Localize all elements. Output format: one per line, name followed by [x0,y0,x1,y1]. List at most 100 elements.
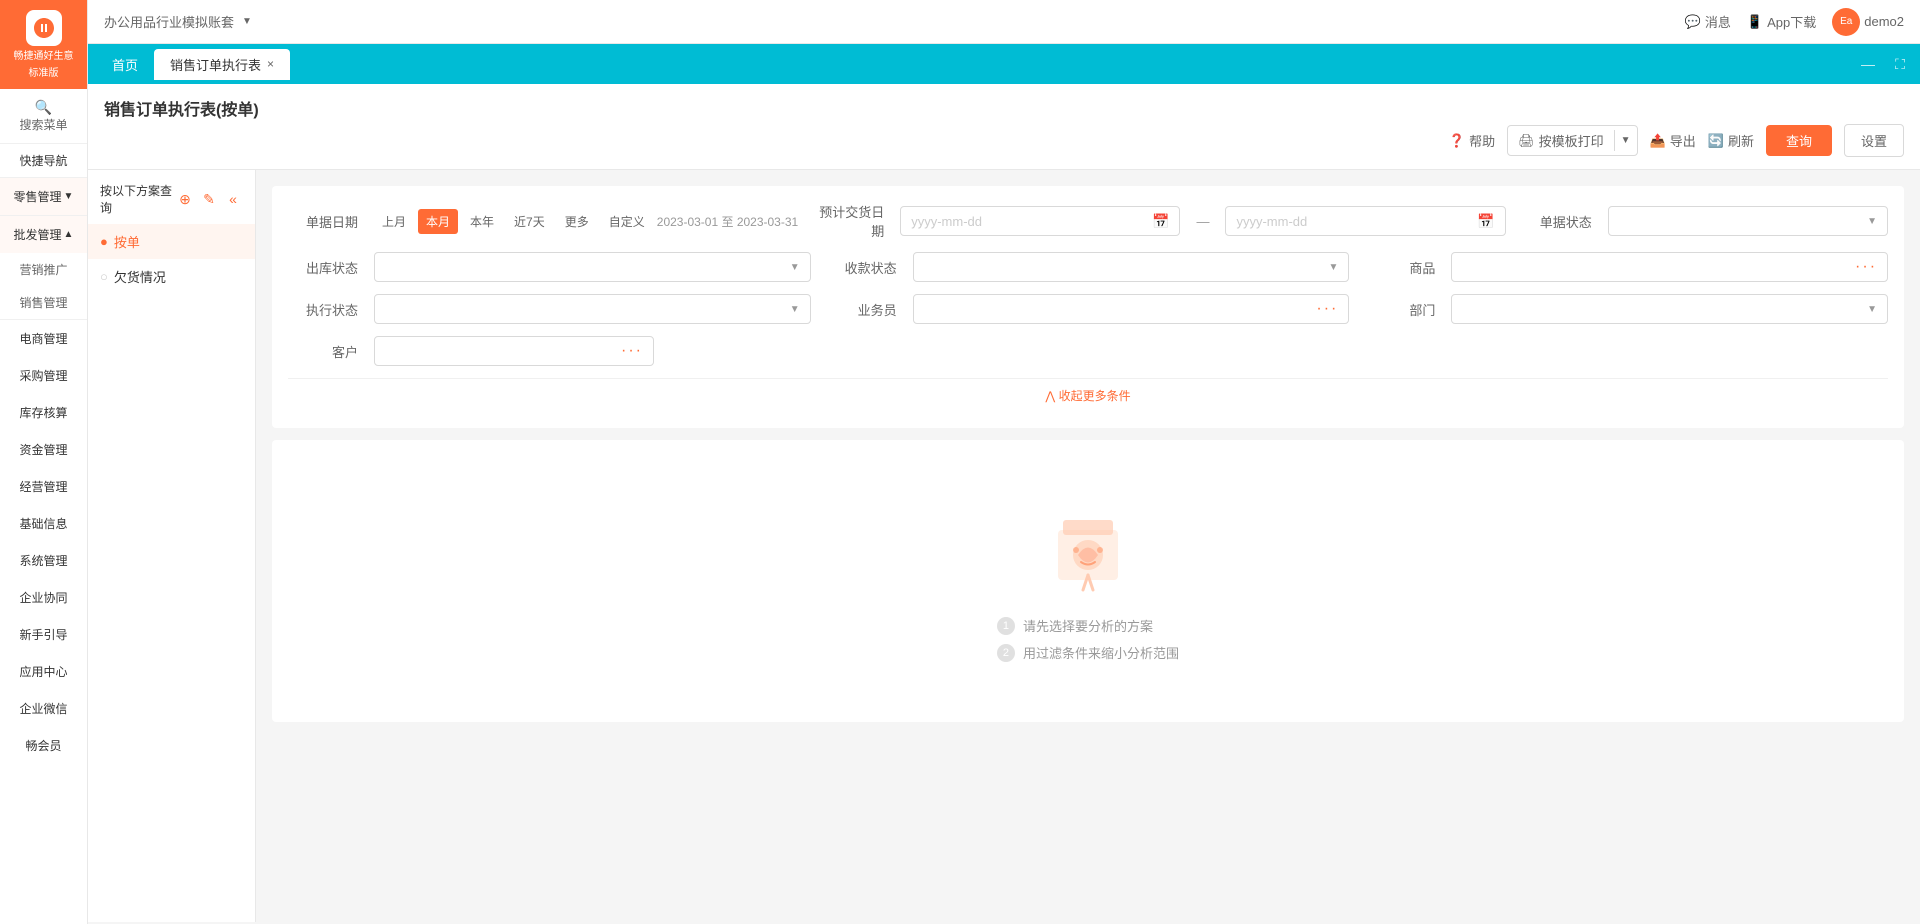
department-select[interactable]: ▼ [1451,294,1888,324]
department-arrow-icon: ▼ [1867,304,1877,315]
sidebar-item-purchase[interactable]: 采购管理 [0,357,87,394]
tip-num-2: 2 [997,644,1015,662]
exec-status-select[interactable]: ▼ [374,294,811,324]
filter-row-1: 单据日期 上月 本月 本年 近7天 更多 自定义 2023-03-01 至 20… [288,202,1888,240]
date-btn-this-year[interactable]: 本年 [462,209,502,234]
sidebar-search[interactable]: 🔍 搜索菜单 [0,89,87,144]
empty-tip-1: 1 请先选择要分析的方案 [997,616,1179,635]
sidebar-item-marketing[interactable]: 营销推广 [0,253,87,286]
refresh-btn[interactable]: 🔄 刷新 [1708,131,1754,150]
customer-label: 客户 [288,342,358,361]
sidebar-item-system[interactable]: 系统管理 [0,542,87,579]
chevron-up-icon: ▲ [64,229,74,240]
order-status-label: 单据状态 [1522,212,1592,231]
page-actions-row: ❓ 帮助 🖨 按模板打印 ▼ 📤 导出 🔄 刷新 [88,120,1920,169]
top-header: 办公用品行业模拟账套 ▼ 💬 消息 📱 App下载 Ea demo2 [88,0,1920,44]
tab-sales-order[interactable]: 销售订单执行表 × [154,49,290,80]
left-panel: 按以下方案查询 ⊕ ✎ « ● 按单 [88,170,256,922]
tab-close-icon[interactable]: × [267,57,274,71]
sidebar-item-enterprise[interactable]: 企业协同 [0,579,87,616]
sidebar-item-sales[interactable]: 销售管理 [0,286,87,319]
empty-tip-2-text: 用过滤条件来缩小分析范围 [1023,643,1179,662]
goods-more-icon[interactable]: ··· [1855,258,1877,276]
empty-tip-1-text: 请先选择要分析的方案 [1023,616,1153,635]
sidebar-nav-label[interactable]: 快捷导航 [0,144,87,178]
refresh-icon: 🔄 [1708,133,1724,149]
date-end-input[interactable]: yyyy-mm-dd 📅 [1225,206,1505,236]
print-icon: 🖨 [1518,133,1535,149]
date-range-text: 2023-03-01 至 2023-03-31 [657,213,798,230]
sidebar-group-retail-title[interactable]: 零售管理 ▼ [0,178,87,215]
calendar-end-icon: 📅 [1477,213,1494,230]
goods-label: 商品 [1365,258,1435,277]
date-btn-more[interactable]: 更多 [557,209,597,234]
home-tab-label: 首页 [112,55,138,74]
help-icon: ❓ [1449,133,1465,149]
expected-date-label: 预计交货日期 [814,202,884,240]
date-dash: — [1196,214,1209,229]
app-download-btn[interactable]: 📱 App下载 [1747,12,1816,31]
scheme-item-by-order[interactable]: ● 按单 [88,224,255,259]
logo-sub: 标准版 [29,64,59,79]
tab-bar: 首页 销售订单执行表 × — ⛶ [88,44,1920,84]
date-btn-custom[interactable]: 自定义 [601,209,653,234]
filter-row-3: 执行状态 ▼ 业务员 ··· 部门 ▼ [288,294,1888,324]
scheme-item-stock[interactable]: ○ 欠货情况 [88,259,255,294]
content-layout: 按以下方案查询 ⊕ ✎ « ● 按单 [88,170,1920,922]
message-label: 消息 [1705,12,1731,31]
calendar-start-icon: 📅 [1152,213,1169,230]
empty-tips: 1 请先选择要分析的方案 2 用过滤条件来缩小分析范围 [997,616,1179,662]
salesperson-select[interactable]: ··· [913,294,1350,324]
sidebar-item-operation[interactable]: 经营管理 [0,468,87,505]
date-start-input[interactable]: yyyy-mm-dd 📅 [900,206,1180,236]
sidebar-group-wholesale-title[interactable]: 批发管理 ▲ [0,216,87,253]
user-area[interactable]: Ea demo2 [1832,8,1904,36]
scheme-stock-label: 欠货情况 [114,267,166,286]
sidebar-item-finance[interactable]: 资金管理 [0,431,87,468]
sidebar-item-ecommerce[interactable]: 电商管理 [0,320,87,357]
empty-state: 1 请先选择要分析的方案 2 用过滤条件来缩小分析范围 [272,440,1904,722]
tab-minimize-btn[interactable]: — [1856,52,1880,76]
user-name: demo2 [1864,14,1904,29]
settings-button[interactable]: 设置 [1844,124,1904,157]
date-btn-last-month[interactable]: 上月 [374,209,414,234]
tab-maximize-btn[interactable]: ⛶ [1888,52,1912,76]
sidebar-item-newbie[interactable]: 新手引导 [0,616,87,653]
collapse-panel-btn[interactable]: « [223,189,243,209]
out-status-select[interactable]: ▼ [374,252,811,282]
date-btn-7days[interactable]: 近7天 [506,209,553,234]
left-panel-actions: ⊕ ✎ « [175,189,243,209]
salesperson-more-icon[interactable]: ··· [1316,300,1338,318]
sidebar-item-member[interactable]: 畅会员 [0,727,87,764]
collection-status-label: 收款状态 [827,258,897,277]
sidebar-item-basic[interactable]: 基础信息 [0,505,87,542]
date-btn-this-month[interactable]: 本月 [418,209,458,234]
logo-icon [26,10,62,46]
query-button[interactable]: 查询 [1766,125,1832,156]
message-btn[interactable]: 💬 消息 [1685,12,1731,31]
print-main-btn[interactable]: 🖨 按模板打印 [1508,126,1614,155]
sidebar-item-appstore[interactable]: 应用中心 [0,653,87,690]
goods-select[interactable]: ··· [1451,252,1888,282]
inactive-dot-icon: ○ [100,269,108,284]
collection-status-select[interactable]: ▼ [913,252,1350,282]
breadcrumb: 办公用品行业模拟账套 ▼ [104,12,252,31]
left-panel-header: 按以下方案查询 ⊕ ✎ « [88,182,255,224]
refresh-label: 刷新 [1728,131,1754,150]
app-download-label: App下载 [1767,12,1816,31]
print-arrow-btn[interactable]: ▼ [1614,130,1637,151]
export-btn[interactable]: 📤 导出 [1650,131,1696,150]
customer-select[interactable]: ··· [374,336,654,366]
help-btn[interactable]: ❓ 帮助 [1449,131,1495,150]
add-scheme-btn[interactable]: ⊕ [175,189,195,209]
tab-home[interactable]: 首页 [96,49,154,80]
order-status-select[interactable]: ▼ [1608,206,1888,236]
scheme-by-order-label: 按单 [114,232,140,251]
out-status-label: 出库状态 [288,258,358,277]
collapse-more-btn[interactable]: ⋀ 收起更多条件 [288,378,1888,412]
edit-scheme-btn[interactable]: ✎ [199,189,219,209]
sidebar-item-wechat[interactable]: 企业微信 [0,690,87,727]
customer-more-icon[interactable]: ··· [621,342,643,360]
sidebar-item-inventory[interactable]: 库存核算 [0,394,87,431]
date-label: 单据日期 [288,212,358,231]
